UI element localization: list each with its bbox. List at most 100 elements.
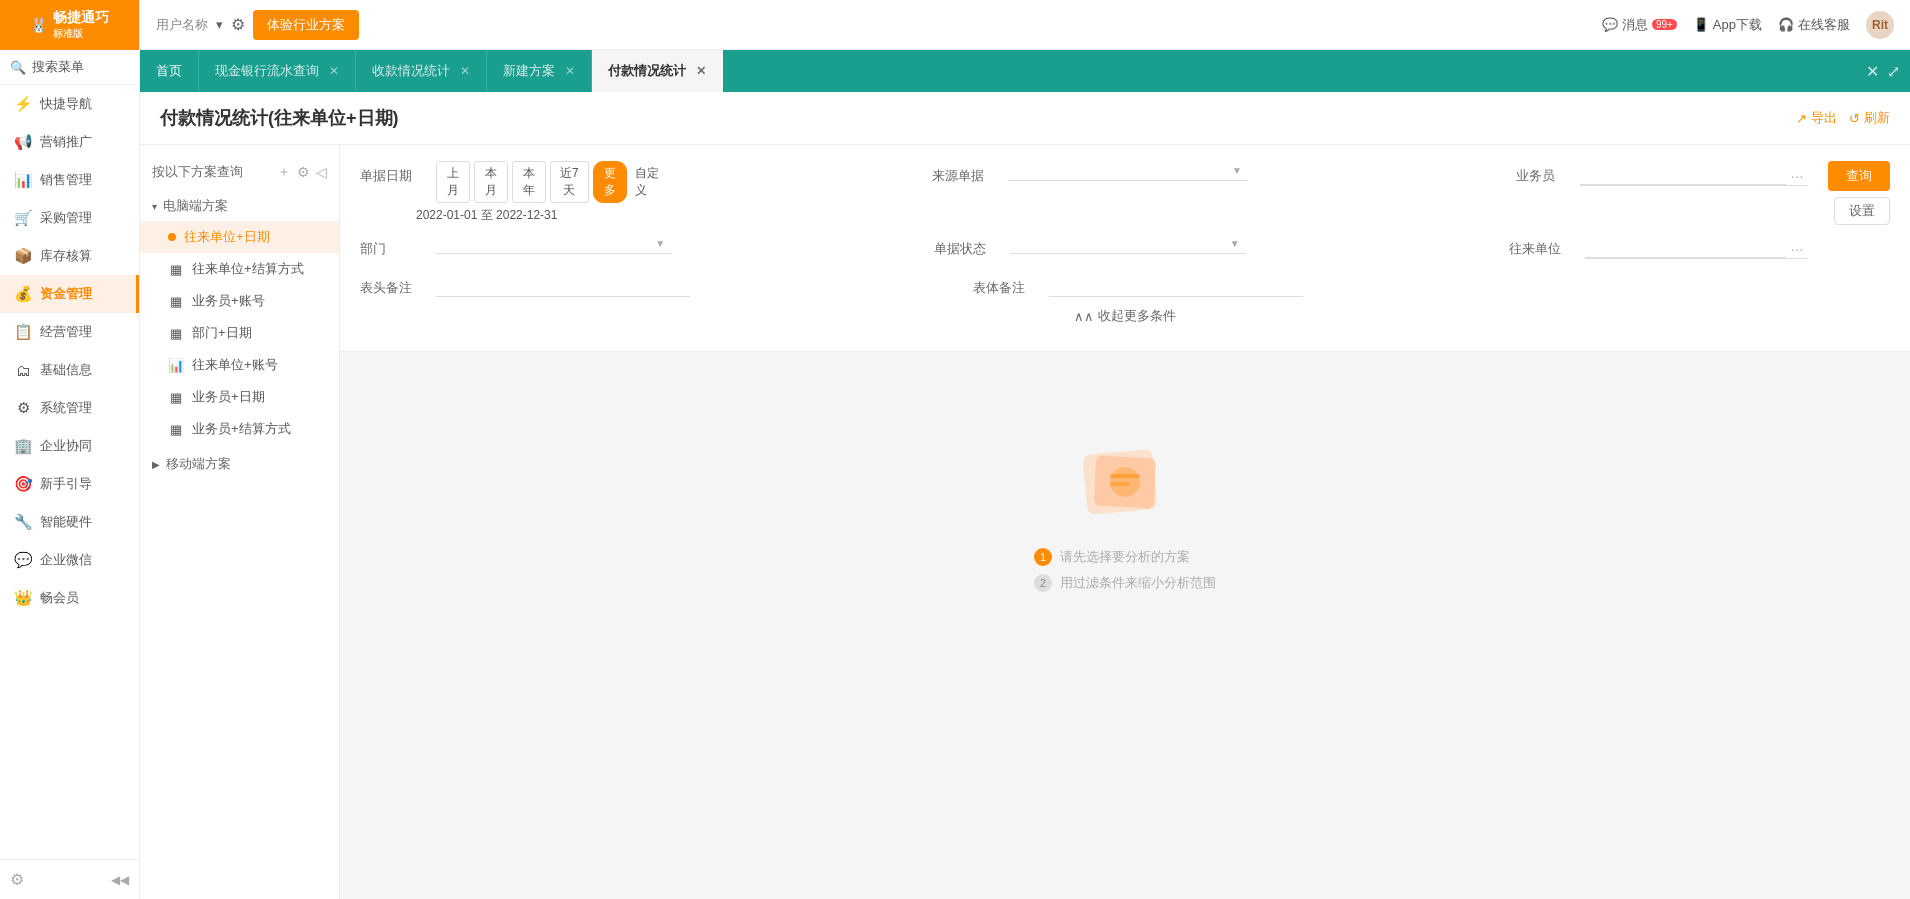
sidebar-footer: ⚙ ◀◀ xyxy=(0,859,139,899)
refresh-btn[interactable]: ↺ 刷新 xyxy=(1849,109,1890,127)
step1-text: 请先选择要分析的方案 xyxy=(1060,548,1190,566)
tab-bank-flow[interactable]: 现金银行流水查询 ✕ xyxy=(199,50,356,92)
date-this-year-btn[interactable]: 本年 xyxy=(512,161,546,203)
close-window-icon[interactable]: ✕ xyxy=(1866,62,1879,81)
scheme-item-unit-date[interactable]: 往来单位+日期 xyxy=(140,221,339,253)
tab-bank-flow-close[interactable]: ✕ xyxy=(329,64,339,78)
sidebar-item-basic[interactable]: 🗂基础信息 xyxy=(0,351,139,389)
sidebar-item-quick-nav[interactable]: ⚡ 快捷导航 xyxy=(0,85,139,123)
topbar-dropdown-btn[interactable]: ▾ xyxy=(216,17,223,32)
salesperson-input[interactable] xyxy=(1580,161,1786,185)
source-doc-dropdown-icon: ▼ xyxy=(1232,165,1242,176)
sidebar-item-hardware[interactable]: 🔧智能硬件 xyxy=(0,503,139,541)
scheme-header-actions: ＋ ⚙ ◁ xyxy=(277,163,327,181)
content-body: 按以下方案查询 ＋ ⚙ ◁ ▾ 电脑端方案 往来单位+日期▦往来单位+结算方式▦… xyxy=(140,145,1910,899)
filter-settings-btn[interactable]: 设置 xyxy=(1834,197,1890,225)
sidebar-item-inventory[interactable]: 📦 库存核算 xyxy=(0,237,139,275)
nav-label-guide: 新手引导 xyxy=(40,475,92,493)
tabbar-spacer xyxy=(723,50,1856,92)
date-last-month-btn[interactable]: 上月 xyxy=(436,161,470,203)
app-download-btn[interactable]: 📱 App下载 xyxy=(1693,16,1762,34)
trial-btn[interactable]: 体验行业方案 xyxy=(253,10,359,40)
tab-payment-close[interactable]: ✕ xyxy=(696,64,706,78)
nav-label-purchase: 采购管理 xyxy=(40,209,92,227)
settings-footer-icon[interactable]: ⚙ xyxy=(10,870,24,889)
table-header-note-input[interactable] xyxy=(436,273,690,297)
tab-collection-close[interactable]: ✕ xyxy=(460,64,470,78)
sidebar-item-enterprise[interactable]: 🏢企业协同 xyxy=(0,427,139,465)
scheme-items: 往来单位+日期▦往来单位+结算方式▦业务员+账号▦部门+日期📊往来单位+账号▦业… xyxy=(140,221,339,445)
tab-new-scheme[interactable]: 新建方案 ✕ xyxy=(487,50,592,92)
scheme-panel-header: 按以下方案查询 ＋ ⚙ ◁ xyxy=(140,157,339,191)
search-menu[interactable]: 🔍 搜索菜单 xyxy=(0,50,139,85)
maximize-icon[interactable]: ⤢ xyxy=(1887,62,1900,81)
nav-label-marketing: 营销推广 xyxy=(40,133,92,151)
collapse-conditions-btn[interactable]: ∧∧ 收起更多条件 xyxy=(1074,307,1176,325)
mobile-group-title[interactable]: ▶ 移动端方案 xyxy=(140,449,339,479)
scheme-item-staff-settle[interactable]: ▦业务员+结算方式 xyxy=(140,413,339,445)
related-unit-input[interactable] xyxy=(1585,234,1786,258)
source-doc-select[interactable]: ▼ xyxy=(1008,161,1248,181)
sidebar-item-marketing[interactable]: 📢营销推广 xyxy=(0,123,139,161)
scheme-icon-staff-date: ▦ xyxy=(168,389,184,405)
refresh-icon: ↺ xyxy=(1849,111,1860,126)
nav-label-quick-nav: 快捷导航 xyxy=(40,95,92,113)
date-more-btn[interactable]: 更多 xyxy=(593,161,627,203)
export-btn[interactable]: ↗ 导出 xyxy=(1796,109,1837,127)
scheme-settings-btn[interactable]: ⚙ xyxy=(297,164,310,180)
add-scheme-btn[interactable]: ＋ xyxy=(277,163,291,181)
collapse-sidebar-icon[interactable]: ◀◀ xyxy=(111,873,129,887)
topbar-gear-icon[interactable]: ⚙ xyxy=(231,15,245,34)
sidebar-item-wechat[interactable]: 💬企业微信 xyxy=(0,541,139,579)
tab-new-scheme-close[interactable]: ✕ xyxy=(565,64,575,78)
tab-collection-stats[interactable]: 收款情况统计 ✕ xyxy=(356,50,487,92)
nav-icon-wechat: 💬 xyxy=(14,551,32,569)
sidebar-item-vip[interactable]: 👑 畅会员 xyxy=(0,579,139,617)
nav-icon-inventory: 📦 xyxy=(14,247,32,265)
dept-select[interactable]: ▼ xyxy=(436,234,671,254)
nav-label-vip: 畅会员 xyxy=(40,589,79,607)
nav-icon-vip: 👑 xyxy=(14,589,32,607)
scheme-item-unit-account[interactable]: 📊往来单位+账号 xyxy=(140,349,339,381)
nav-icon-quick-nav: ⚡ xyxy=(14,95,32,113)
collapse-panel-btn[interactable]: ◁ xyxy=(316,164,327,180)
date-range-value: 2022-01-01 至 2022-12-31 xyxy=(416,208,557,222)
nav-label-inventory: 库存核算 xyxy=(40,247,92,265)
related-unit-more-btn[interactable]: … xyxy=(1786,238,1808,254)
scheme-item-staff-date[interactable]: ▦业务员+日期 xyxy=(140,381,339,413)
sidebar-item-purchase[interactable]: 🛒采购管理 xyxy=(0,199,139,237)
sidebar-item-sales[interactable]: 📊销售管理 xyxy=(0,161,139,199)
notifications-btn[interactable]: 💬 消息 99+ xyxy=(1602,16,1677,34)
tab-payment-stats[interactable]: 付款情况统计 ✕ xyxy=(592,50,723,92)
avatar[interactable]: Rit xyxy=(1866,11,1894,39)
topbar: 用户名称 ▾ ⚙ 体验行业方案 💬 消息 99+ 📱 App下载 🎧 在线客服 … xyxy=(140,0,1910,50)
scheme-icon-dept-date: ▦ xyxy=(168,325,184,341)
empty-text: 1 请先选择要分析的方案 2 用过滤条件来缩小分析范围 xyxy=(1034,548,1216,592)
doc-status-select[interactable]: ▼ xyxy=(1010,234,1245,254)
logo-version: 标准版 xyxy=(53,27,109,41)
date-this-month-btn[interactable]: 本月 xyxy=(474,161,508,203)
group-arrow-icon: ▾ xyxy=(152,201,157,212)
desktop-group-title[interactable]: ▾ 电脑端方案 xyxy=(140,191,339,221)
online-service-btn[interactable]: 🎧 在线客服 xyxy=(1778,16,1850,34)
sidebar-nav: ⚡ 快捷导航 📢营销推广📊销售管理🛒采购管理 📦 库存核算 💰资金管理📋经营管理🗂基础信息… xyxy=(0,85,139,859)
desktop-scheme-group: ▾ 电脑端方案 往来单位+日期 ▦往来单位+结算方式▦业务员+账号▦部门+日期📊往… xyxy=(140,191,339,445)
salesperson-more-btn[interactable]: … xyxy=(1786,165,1808,181)
scheme-item-staff-account[interactable]: ▦业务员+账号 xyxy=(140,285,339,317)
doc-status-label: 单据状态 xyxy=(934,234,990,258)
nav-icon-finance: 💰 xyxy=(14,285,32,303)
date-7days-btn[interactable]: 近7天 xyxy=(550,161,588,203)
sidebar-item-operations[interactable]: 📋经营管理 xyxy=(0,313,139,351)
page-header: 付款情况统计(往来单位+日期) ↗ 导出 ↺ 刷新 xyxy=(140,92,1910,145)
scheme-panel: 按以下方案查询 ＋ ⚙ ◁ ▾ 电脑端方案 往来单位+日期▦往来单位+结算方式▦… xyxy=(140,145,340,899)
nav-icon-guide: 🎯 xyxy=(14,475,32,493)
tab-home[interactable]: 首页 xyxy=(140,50,199,92)
scheme-label: 往来单位+日期 xyxy=(184,228,270,246)
query-btn[interactable]: 查询 xyxy=(1828,161,1890,191)
scheme-item-dept-date[interactable]: ▦部门+日期 xyxy=(140,317,339,349)
scheme-item-unit-settle[interactable]: ▦往来单位+结算方式 xyxy=(140,253,339,285)
sidebar-item-system[interactable]: ⚙系统管理 xyxy=(0,389,139,427)
sidebar-item-guide[interactable]: 🎯 新手引导 xyxy=(0,465,139,503)
sidebar-item-finance[interactable]: 💰资金管理 xyxy=(0,275,139,313)
table-body-note-input[interactable] xyxy=(1049,273,1303,297)
